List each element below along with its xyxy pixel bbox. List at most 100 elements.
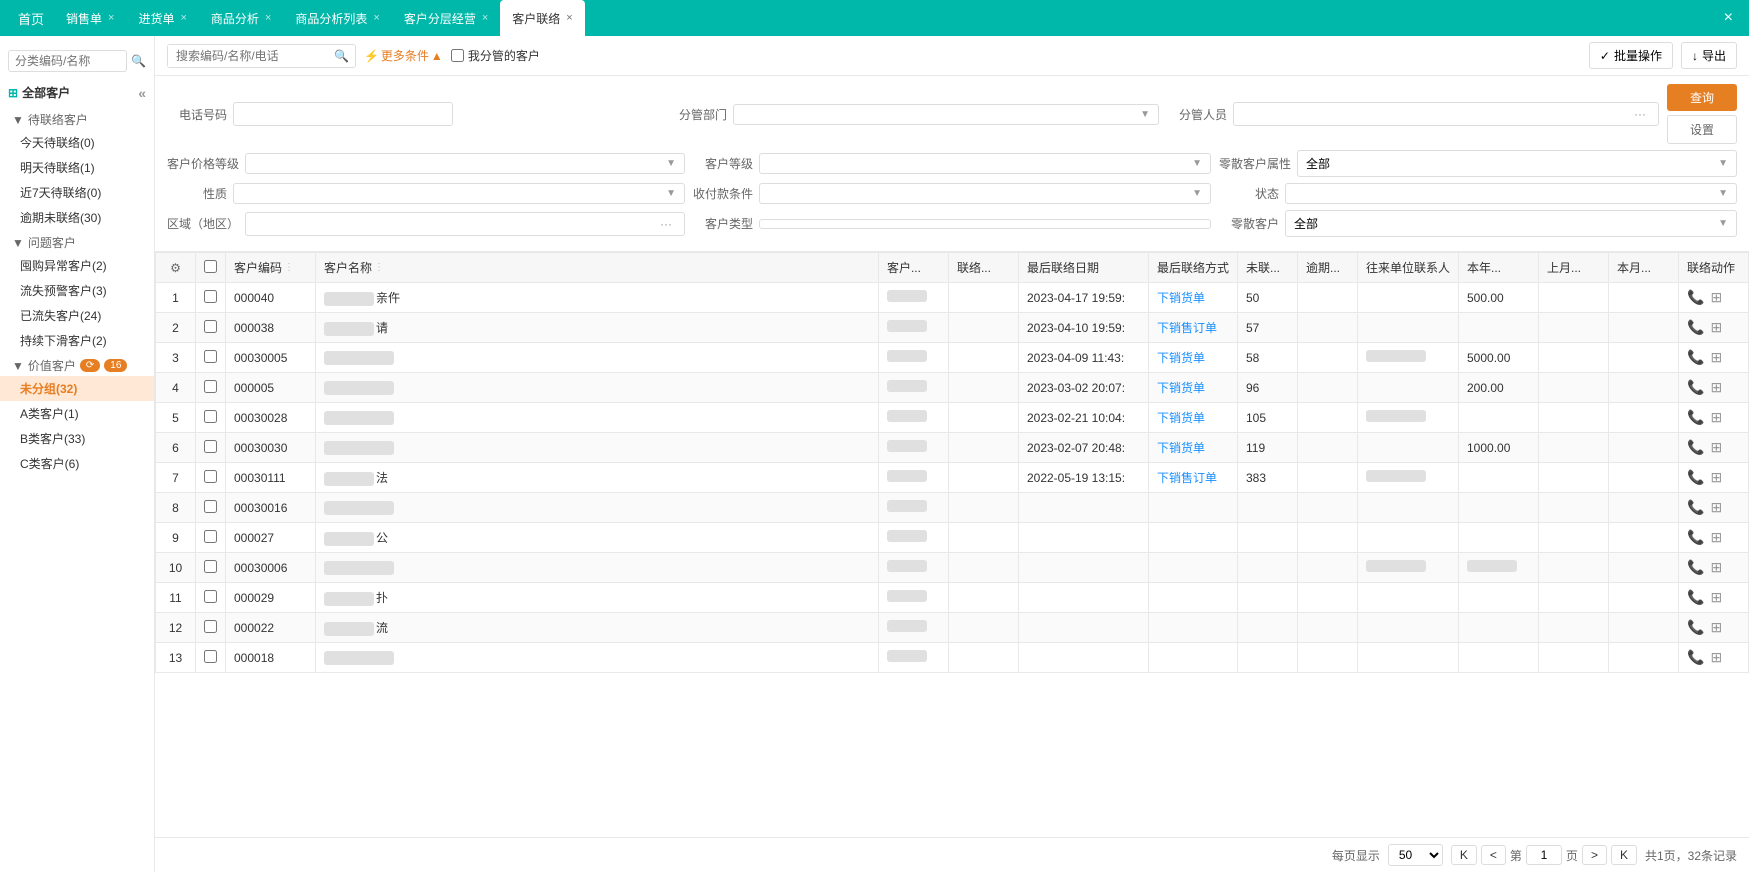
row-checkbox[interactable] bbox=[204, 650, 217, 663]
col-header-settings[interactable]: ⚙ bbox=[156, 253, 196, 283]
method-link[interactable]: 下销货单 bbox=[1157, 291, 1205, 305]
filter-search-input[interactable] bbox=[168, 45, 328, 67]
row-checkbox-cell[interactable] bbox=[196, 613, 226, 643]
row-checkbox[interactable] bbox=[204, 350, 217, 363]
method-link[interactable]: 下销货单 bbox=[1157, 381, 1205, 395]
row-checkbox[interactable] bbox=[204, 320, 217, 333]
nav-home[interactable]: 首页 bbox=[8, 9, 54, 28]
row-checkbox-cell[interactable] bbox=[196, 373, 226, 403]
sidebar-item-overdue[interactable]: 逾期未联络(30) bbox=[0, 205, 154, 230]
sidebar-item-tomorrow[interactable]: 明天待联络(1) bbox=[0, 155, 154, 180]
phone-icon[interactable]: 📞 bbox=[1687, 289, 1704, 306]
row-checkbox[interactable] bbox=[204, 440, 217, 453]
sidebar-search-input[interactable] bbox=[8, 50, 127, 72]
method-link[interactable]: 下销货单 bbox=[1157, 441, 1205, 455]
sidebar-item-class-c[interactable]: C类客户(6) bbox=[0, 451, 154, 476]
nav-tab-purchase[interactable]: 进货单 × bbox=[126, 0, 198, 36]
close-sales-tab[interactable]: × bbox=[108, 12, 114, 24]
row-checkbox-cell[interactable] bbox=[196, 643, 226, 673]
sidebar-all-customers[interactable]: ⊞ 全部客户 « bbox=[0, 78, 154, 107]
close-analysis-tab[interactable]: × bbox=[265, 12, 271, 24]
row-checkbox-cell[interactable] bbox=[196, 433, 226, 463]
row-checkbox-cell[interactable] bbox=[196, 553, 226, 583]
row-checkbox-cell[interactable] bbox=[196, 403, 226, 433]
close-analysis-list-tab[interactable]: × bbox=[373, 12, 379, 24]
page-number-input[interactable] bbox=[1526, 845, 1562, 865]
grid-action-icon[interactable]: ⊞ bbox=[1710, 559, 1722, 576]
sidebar-search-icon[interactable]: 🔍 bbox=[131, 54, 146, 68]
phone-icon[interactable]: 📞 bbox=[1687, 349, 1704, 366]
row-checkbox[interactable] bbox=[204, 500, 217, 513]
row-checkbox[interactable] bbox=[204, 530, 217, 543]
settings-gear-icon[interactable]: ⚙ bbox=[170, 261, 181, 275]
section-problem-customers[interactable]: ▼ 问题客户 bbox=[0, 230, 154, 253]
sidebar-item-class-b[interactable]: B类客户(33) bbox=[0, 426, 154, 451]
row-checkbox[interactable] bbox=[204, 290, 217, 303]
grid-action-icon[interactable]: ⊞ bbox=[1710, 289, 1722, 306]
filter-search-icon[interactable]: 🔍 bbox=[328, 45, 355, 67]
sidebar-item-hoarding[interactable]: 囤购异常客户(2) bbox=[0, 253, 154, 278]
row-checkbox-cell[interactable] bbox=[196, 523, 226, 553]
adv-payment-select[interactable]: ▼ bbox=[759, 183, 1211, 204]
phone-icon[interactable]: 📞 bbox=[1687, 409, 1704, 426]
close-customer-contact-tab[interactable]: × bbox=[566, 12, 572, 24]
row-checkbox[interactable] bbox=[204, 560, 217, 573]
phone-icon[interactable]: 📞 bbox=[1687, 439, 1704, 456]
sidebar-item-7days[interactable]: 近7天待联络(0) bbox=[0, 180, 154, 205]
grid-action-icon[interactable]: ⊞ bbox=[1710, 349, 1722, 366]
adv-region-select[interactable]: ··· bbox=[245, 212, 685, 236]
phone-icon[interactable]: 📞 bbox=[1687, 589, 1704, 606]
phone-icon[interactable]: 📞 bbox=[1687, 619, 1704, 636]
row-checkbox-cell[interactable] bbox=[196, 283, 226, 313]
row-checkbox[interactable] bbox=[204, 470, 217, 483]
col-header-checkbox[interactable] bbox=[196, 253, 226, 283]
adv-status-select[interactable]: ▼ bbox=[1285, 183, 1737, 204]
prev-page-button[interactable]: < bbox=[1481, 845, 1506, 865]
row-checkbox[interactable] bbox=[204, 380, 217, 393]
reset-button[interactable]: 设置 bbox=[1667, 115, 1737, 144]
close-purchase-tab[interactable]: × bbox=[180, 12, 186, 24]
sidebar-item-today[interactable]: 今天待联络(0) bbox=[0, 130, 154, 155]
resize-handle2[interactable]: ⋮ bbox=[374, 262, 384, 273]
row-checkbox[interactable] bbox=[204, 620, 217, 633]
phone-icon[interactable]: 📞 bbox=[1687, 499, 1704, 516]
method-link[interactable]: 下销售订单 bbox=[1157, 471, 1217, 485]
nav-tab-analysis-list[interactable]: 商品分析列表 × bbox=[283, 0, 391, 36]
phone-icon[interactable]: 📞 bbox=[1687, 319, 1704, 336]
phone-icon[interactable]: 📞 bbox=[1687, 529, 1704, 546]
phone-icon[interactable]: 📞 bbox=[1687, 379, 1704, 396]
select-all-checkbox[interactable] bbox=[204, 260, 217, 273]
adv-price-level-select[interactable]: ▼ bbox=[245, 153, 685, 174]
nav-tab-customer-tier[interactable]: 客户分层经营 × bbox=[392, 0, 500, 36]
method-link[interactable]: 下销货单 bbox=[1157, 411, 1205, 425]
sidebar-item-class-a[interactable]: A类客户(1) bbox=[0, 401, 154, 426]
row-checkbox[interactable] bbox=[204, 410, 217, 423]
row-checkbox-cell[interactable] bbox=[196, 313, 226, 343]
grid-action-icon[interactable]: ⊞ bbox=[1710, 439, 1722, 456]
adv-dots-icon[interactable]: ··· bbox=[1630, 107, 1650, 121]
grid-action-icon[interactable]: ⊞ bbox=[1710, 499, 1722, 516]
per-page-select[interactable]: 50 20 100 bbox=[1388, 844, 1443, 866]
grid-action-icon[interactable]: ⊞ bbox=[1710, 469, 1722, 486]
adv-customer-type-select[interactable] bbox=[759, 219, 1211, 229]
adv-dept-select[interactable]: ▼ bbox=[733, 104, 1159, 125]
row-checkbox-cell[interactable] bbox=[196, 463, 226, 493]
grid-action-icon[interactable]: ⊞ bbox=[1710, 589, 1722, 606]
filter-more-conditions[interactable]: ⚡ 更多条件 ▲ bbox=[364, 47, 443, 64]
adv-manager-select[interactable]: ··· bbox=[1233, 102, 1659, 126]
my-customers-checkbox[interactable] bbox=[451, 49, 464, 62]
collapse-btn[interactable]: « bbox=[138, 85, 146, 101]
grid-action-icon[interactable]: ⊞ bbox=[1710, 319, 1722, 336]
filter-my-customers[interactable]: 我分管的客户 bbox=[451, 47, 540, 64]
adv-phone-input[interactable] bbox=[233, 102, 453, 126]
method-link[interactable]: 下销售订单 bbox=[1157, 321, 1217, 335]
row-checkbox-cell[interactable] bbox=[196, 343, 226, 373]
sidebar-item-ungrouped[interactable]: 未分组(32) bbox=[0, 376, 154, 401]
close-all-tabs[interactable]: × bbox=[1716, 9, 1741, 27]
phone-icon[interactable]: 📞 bbox=[1687, 559, 1704, 576]
first-page-button[interactable]: K bbox=[1451, 845, 1477, 865]
nav-tab-analysis[interactable]: 商品分析 × bbox=[199, 0, 283, 36]
method-link[interactable]: 下销货单 bbox=[1157, 351, 1205, 365]
batch-operation-button[interactable]: ✓ 批量操作 bbox=[1589, 42, 1673, 69]
adv-retail-customer-select[interactable]: 全部 ▼ bbox=[1285, 210, 1737, 237]
